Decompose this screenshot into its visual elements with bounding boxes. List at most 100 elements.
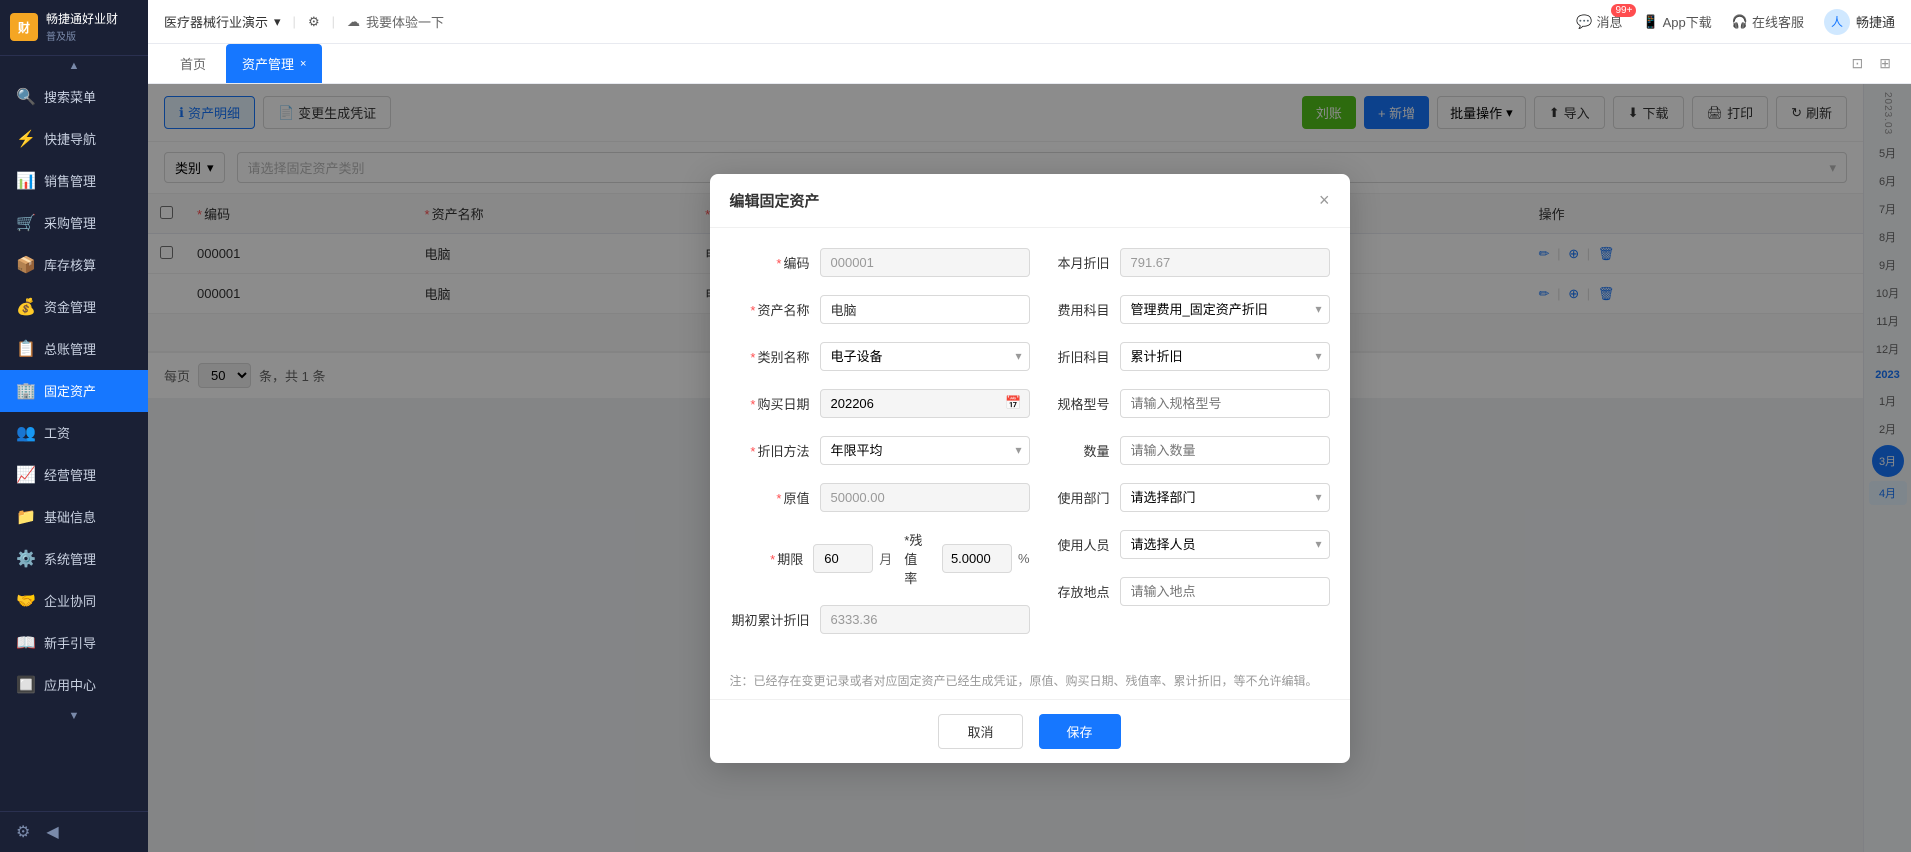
user-avatar[interactable]: 人 畅捷通 [1824,9,1895,35]
use-dept-select[interactable]: 请选择部门 [1120,483,1330,512]
category-select[interactable]: 电子设备 [820,342,1030,371]
fullscreen-btn[interactable]: ⊞ [1875,51,1895,76]
original-value-input[interactable] [820,483,1030,512]
company-name: 医疗器械行业演示 [164,12,268,31]
tab-home-label: 首页 [180,54,206,73]
sidebar-item-ledger[interactable]: 📋 总账管理 [0,328,148,370]
sidebar-item-quicknav[interactable]: ⚡ 快捷导航 [0,118,148,160]
sidebar-item-enterprise[interactable]: 🤝 企业协同 [0,580,148,622]
notification-badge: 99+ [1611,4,1636,17]
use-person-wrap: 请选择人员 ▾ [1120,530,1330,559]
form-row-monthly-dep: 本月折旧 [1030,248,1330,277]
sidebar-item-purchase[interactable]: 🛒 采购管理 [0,202,148,244]
topbar-divider: | [293,14,296,29]
period-input[interactable] [813,544,873,573]
collapse-icon[interactable]: ◀ [46,822,58,842]
dep-subject-select[interactable]: 累计折旧 [1120,342,1330,371]
settings-icon[interactable]: ⚙ [16,822,30,842]
calendar-icon: 📅 [1005,395,1021,411]
dialog-header: 编辑固定资产 × [710,174,1350,228]
code-input[interactable] [820,248,1030,277]
expense-subject-wrap: 管理费用_固定资产折旧 ▾ [1120,295,1330,324]
location-label: 存放地点 [1030,582,1120,601]
use-dept-wrap: 请选择部门 ▾ [1120,483,1330,512]
trial-btn[interactable]: ☁ 我要体验一下 [347,12,444,31]
sidebar-item-base[interactable]: 📁 基础信息 [0,496,148,538]
form-row-dep-subject: 折旧科目 累计折旧 ▾ [1030,342,1330,371]
sidebar: 财 畅捷通好业财 普及版 ▲ 🔍 搜索菜单 ⚡ 快捷导航 📊 销售管理 🛒 采购… [0,0,148,852]
form-row-dep-method: *折旧方法 年限平均 ▾ [730,436,1030,465]
sidebar-item-fund[interactable]: 💰 资金管理 [0,286,148,328]
date-input-wrap: 📅 [820,389,1030,418]
location-input[interactable] [1120,577,1330,606]
topbar-divider2: | [332,14,335,29]
monthly-dep-input[interactable] [1120,248,1330,277]
company-selector[interactable]: 医疗器械行业演示 ▾ [164,12,281,31]
residual-rate-input[interactable] [942,544,1012,573]
sidebar-item-label: 快捷导航 [44,129,96,148]
wages-icon: 👥 [16,423,34,443]
scroll-up-btn[interactable]: ▲ [0,56,148,76]
sidebar-item-search[interactable]: 🔍 搜索菜单 [0,76,148,118]
expense-subject-label: 费用科目 [1030,300,1120,319]
service-icon: 🎧 [1732,14,1748,30]
sidebar-item-sales[interactable]: 📊 销售管理 [0,160,148,202]
code-label: *编码 [730,253,820,272]
expand-btn[interactable]: ⊡ [1848,51,1868,76]
form-row-spec: 规格型号 [1030,389,1330,418]
name-label: *资产名称 [730,300,820,319]
sidebar-item-inventory[interactable]: 📦 库存核算 [0,244,148,286]
sidebar-item-wages[interactable]: 👥 工资 [0,412,148,454]
quicknav-icon: ⚡ [16,129,34,149]
gear-icon: ⚙ [308,14,320,30]
tab-assets-label: 资产管理 [242,54,294,73]
sidebar-item-label: 库存核算 [44,255,96,274]
sidebar-item-label: 销售管理 [44,171,96,190]
form-row-code: *编码 [730,248,1030,277]
app-download-btn[interactable]: 📱 App下载 [1642,12,1711,31]
tab-close-icon[interactable]: × [300,58,306,70]
online-service-btn[interactable]: 🎧 在线客服 [1732,12,1804,31]
category-label-form: *类别名称 [730,347,820,366]
spec-label: 规格型号 [1030,394,1120,413]
spec-input[interactable] [1120,389,1330,418]
expense-subject-select[interactable]: 管理费用_固定资产折旧 [1120,295,1330,324]
sidebar-item-guide[interactable]: 📖 新手引导 [0,622,148,664]
use-person-select[interactable]: 请选择人员 [1120,530,1330,559]
form-row-period: *期限 月 *残值率 % [730,530,1030,587]
sidebar-item-system[interactable]: ⚙️ 系统管理 [0,538,148,580]
settings-btn[interactable]: ⚙ [308,14,320,30]
form-row-expense-subject: 费用科目 管理费用_固定资产折旧 ▾ [1030,295,1330,324]
sidebar-item-ops[interactable]: 📈 经营管理 [0,454,148,496]
form-row-quantity: 数量 [1030,436,1330,465]
sidebar-item-label: 总账管理 [44,339,96,358]
sidebar-item-appcenter[interactable]: 🔲 应用中心 [0,664,148,706]
tab-assets[interactable]: 资产管理 × [226,44,322,83]
sidebar-logo: 财 畅捷通好业财 普及版 [0,0,148,56]
sidebar-item-label: 资金管理 [44,297,96,316]
sidebar-item-label: 企业协同 [44,591,96,610]
dep-method-select[interactable]: 年限平均 [820,436,1030,465]
cancel-button[interactable]: 取消 [938,714,1022,749]
save-button[interactable]: 保存 [1039,714,1121,749]
dialog-close-btn[interactable]: × [1319,191,1330,209]
logo-text: 畅捷通好业财 [46,12,118,28]
sidebar-item-assets[interactable]: 🏢 固定资产 [0,370,148,412]
initial-dep-input[interactable] [820,605,1030,634]
scroll-down-btn[interactable]: ▼ [0,706,148,726]
fund-icon: 💰 [16,297,34,317]
asset-name-input[interactable] [820,295,1030,324]
purchase-date-input[interactable] [820,389,1030,418]
form-left: *编码 *资产名称 [730,248,1030,652]
residual-label: *残值率 [898,530,936,587]
notification-btn[interactable]: 💬 消息 99+ [1576,12,1622,31]
app-download-label: App下载 [1663,12,1712,31]
tab-home[interactable]: 首页 [164,44,222,83]
sidebar-item-label: 新手引导 [44,633,96,652]
sidebar-item-label: 系统管理 [44,549,96,568]
company-dropdown-icon: ▾ [274,14,281,30]
monthly-dep-label: 本月折旧 [1030,253,1120,272]
quantity-input[interactable] [1120,436,1330,465]
edit-asset-dialog: 编辑固定资产 × *编码 [710,174,1350,763]
sidebar-item-label: 应用中心 [44,675,96,694]
